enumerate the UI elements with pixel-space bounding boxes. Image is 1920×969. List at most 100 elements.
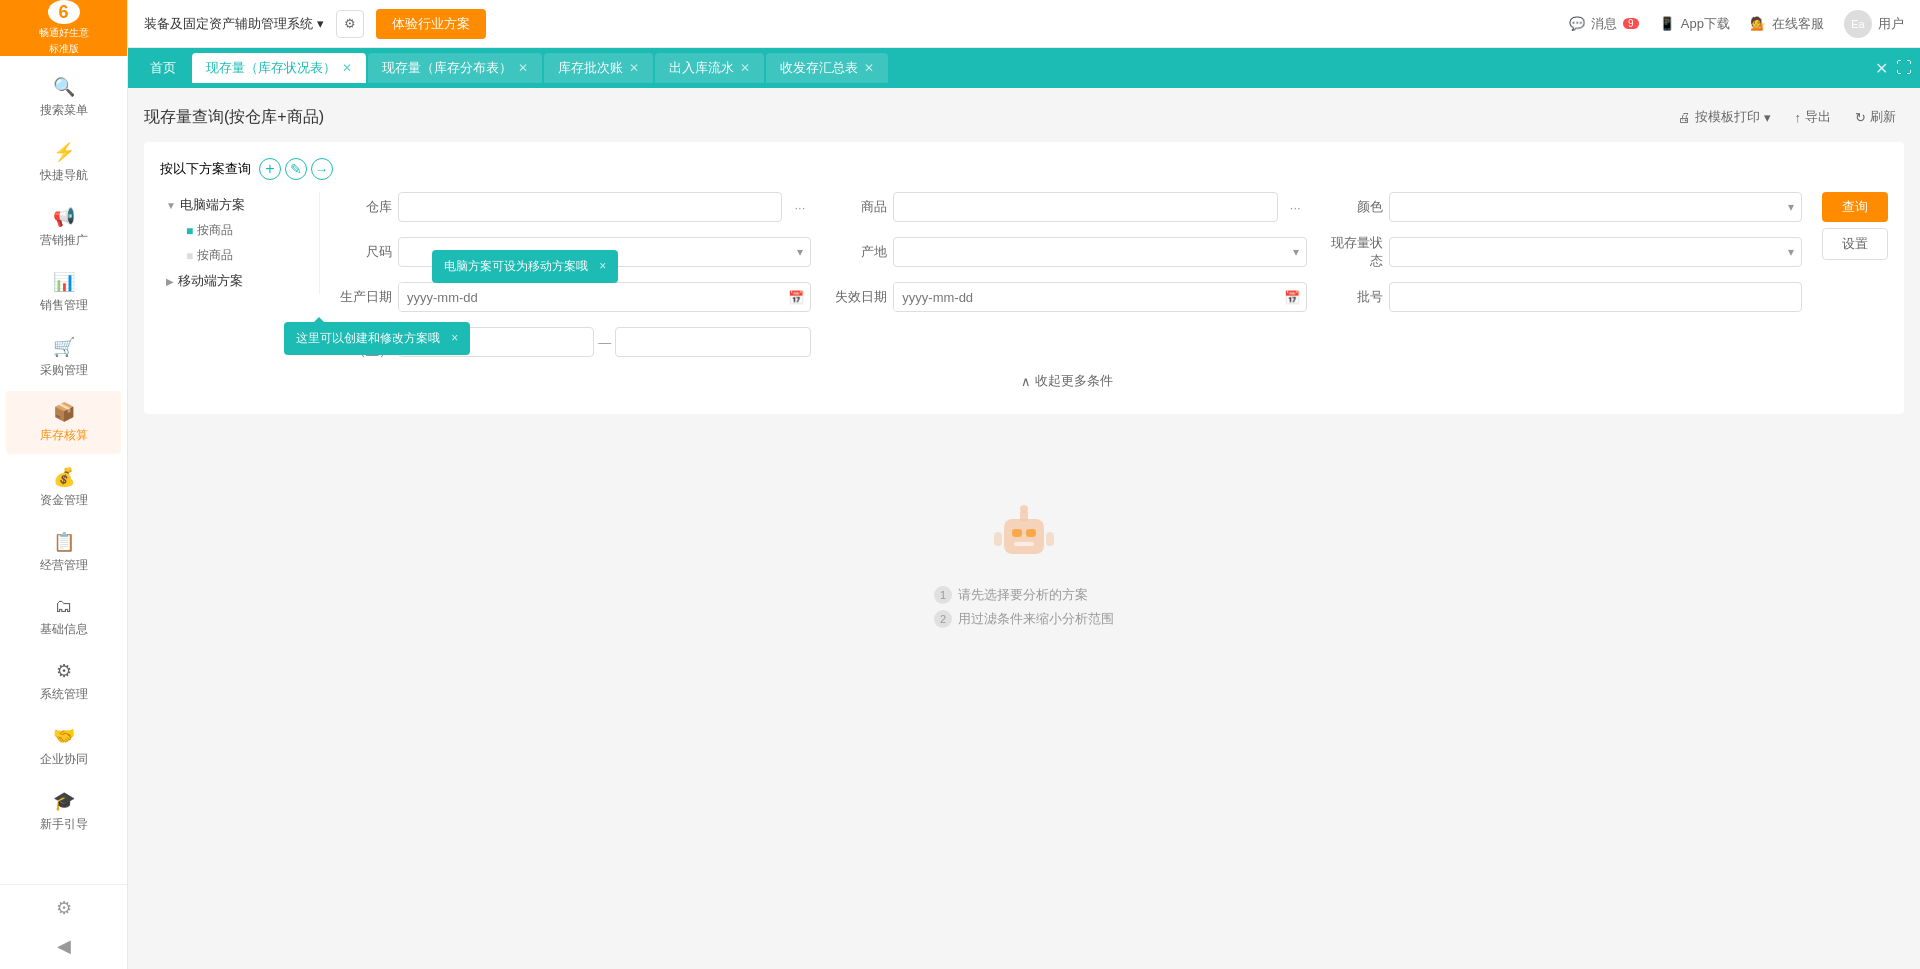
sidebar-item-operation[interactable]: 📋 经营管理	[6, 521, 121, 584]
search-nav-icon: 🔍	[53, 76, 75, 98]
tab-inventory-status-close[interactable]: ✕	[342, 61, 352, 75]
sidebar-item-baseinfo[interactable]: 🗂 基础信息	[6, 586, 121, 648]
size-label: 尺码	[332, 243, 392, 261]
message-action[interactable]: 💬 消息 9	[1569, 15, 1639, 33]
tip-text-1: 请先选择要分析的方案	[958, 586, 1088, 604]
tab-summary[interactable]: 收发存汇总表 ✕	[766, 53, 888, 83]
tab-inout-flow-close[interactable]: ✕	[740, 61, 750, 75]
add-scheme-btn[interactable]: +	[259, 158, 281, 180]
sidebar-item-finance[interactable]: 💰 资金管理	[6, 456, 121, 519]
collapse-conditions-btn[interactable]: ∧ 收起更多条件	[332, 364, 1802, 398]
app-download-action[interactable]: 📱 App下载	[1659, 15, 1730, 33]
warehouse-input[interactable]	[398, 192, 782, 222]
scheme-sub-1[interactable]: ■ 按商品	[180, 218, 307, 243]
prod-date-input[interactable]	[399, 283, 782, 311]
tab-inventory-status[interactable]: 现存量（库存状况表） ✕	[192, 53, 366, 83]
back-btn[interactable]: ←	[311, 158, 333, 180]
prod-date-input-wrapper: 📅	[398, 282, 811, 312]
tab-inout-flow[interactable]: 出入库流水 ✕	[655, 53, 764, 83]
trial-button[interactable]: 体验行业方案	[376, 9, 486, 39]
edit-scheme-btn[interactable]: ✎	[285, 158, 307, 180]
scheme-arrow-mobile: ▶	[166, 276, 174, 287]
prod-date-calendar-icon[interactable]: 📅	[782, 290, 810, 305]
print-label: 按模板打印	[1695, 108, 1760, 126]
batch-label: 批号	[1323, 288, 1383, 306]
tab-summary-label: 收发存汇总表	[780, 59, 858, 77]
tab-summary-close[interactable]: ✕	[864, 61, 874, 75]
tab-inventory-dist-close[interactable]: ✕	[518, 61, 528, 75]
purchase-icon: 🛒	[53, 336, 75, 358]
system-selector[interactable]: 装备及固定资产辅助管理系统 ▾	[144, 15, 324, 33]
operation-icon: 📋	[53, 531, 75, 553]
refresh-label: 刷新	[1870, 108, 1896, 126]
sidebar-menu: 🔍 搜索菜单 ⚡ 快捷导航 📢 营销推广 📊 销售管理 🛒 采购管理 📦 库存核…	[0, 56, 127, 884]
tab-batch-ledger-close[interactable]: ✕	[629, 61, 639, 75]
stock-status-select[interactable]	[1389, 237, 1802, 267]
scheme-node-mobile-label: 移动端方案	[178, 272, 243, 290]
sidebar-item-enterprise[interactable]: 🤝 企业协同	[6, 715, 121, 778]
tab-home[interactable]: 首页	[136, 53, 190, 83]
export-btn[interactable]: ↑ 导出	[1787, 104, 1840, 130]
reset-button[interactable]: 设置	[1822, 228, 1888, 260]
scheme-node-pc[interactable]: ▼ 电脑端方案	[160, 192, 307, 218]
scheme-sub-1-label: 按商品	[197, 222, 233, 239]
header-left: 装备及固定资产辅助管理系统 ▾ ⚙ 体验行业方案	[144, 9, 486, 39]
sidebar-item-inventory[interactable]: 📦 库存核算	[6, 391, 121, 454]
refresh-icon: ↻	[1855, 110, 1866, 125]
scheme-node-pc-label: 电脑端方案	[180, 196, 245, 214]
filter-label: 按以下方案查询	[160, 160, 251, 178]
logo-icon: 6	[48, 0, 80, 24]
scheme-arrow-pc: ▼	[166, 200, 176, 211]
quicknav-icon: ⚡	[53, 141, 75, 163]
filter-row: ▼ 电脑端方案 ■ 按商品 ■ 按商品 ▶	[160, 192, 1888, 398]
tooltip-scheme-close[interactable]: ×	[599, 259, 606, 273]
scheme-sub-2[interactable]: ■ 按商品	[180, 243, 307, 268]
content-area: 现存量查询(按仓库+商品) 🖨 按模板打印 ▾ ↑ 导出 ↻ 刷新	[128, 88, 1920, 969]
expire-date-input[interactable]	[894, 283, 1277, 311]
export-label: 导出	[1805, 108, 1831, 126]
tip-text-2: 用过滤条件来缩小分析范围	[958, 610, 1114, 628]
tooltip-create-close[interactable]: ×	[451, 331, 458, 345]
origin-select[interactable]	[893, 237, 1306, 267]
refresh-btn[interactable]: ↻ 刷新	[1847, 104, 1904, 130]
goods-ellipsis[interactable]: ···	[1284, 200, 1307, 215]
warehouse-ellipsis[interactable]: ···	[788, 200, 811, 215]
online-service-action[interactable]: 💁 在线客服	[1750, 15, 1824, 33]
user-action[interactable]: Ea 用户	[1844, 10, 1904, 38]
gear-button[interactable]: ⚙	[336, 10, 364, 38]
sidebar-footer: ⚙ ◀	[0, 884, 127, 969]
tooltip-scheme-text: 电脑方案可设为移动方案哦	[444, 259, 588, 273]
message-badge: 9	[1623, 18, 1639, 29]
collapse-sidebar-btn[interactable]: ◀	[57, 935, 71, 957]
svg-rect-2	[1026, 529, 1036, 537]
tip-num-2: 2	[934, 610, 952, 628]
scheme-sub-2-label: 按商品	[197, 247, 233, 264]
print-template-btn[interactable]: 🖨 按模板打印 ▾	[1670, 104, 1779, 130]
sidebar-item-search[interactable]: 🔍 搜索菜单	[6, 66, 121, 129]
sidebar-item-quicknav[interactable]: ⚡ 快捷导航	[6, 131, 121, 194]
goods-input[interactable]	[893, 192, 1277, 222]
scheme-sub-items: ■ 按商品 ■ 按商品	[160, 218, 307, 268]
sidebar-item-sales[interactable]: 📊 销售管理	[6, 261, 121, 324]
color-label: 颜色	[1323, 198, 1383, 216]
batch-input[interactable]	[1389, 282, 1802, 312]
tab-inventory-dist[interactable]: 现存量（库存分布表） ✕	[368, 53, 542, 83]
field-prod-date: 生产日期 📅	[332, 282, 811, 312]
expire-date-calendar-icon[interactable]: 📅	[1278, 290, 1306, 305]
sidebar-item-quicknav-label: 快捷导航	[40, 167, 88, 184]
sidebar-item-system[interactable]: ⚙ 系统管理	[6, 650, 121, 713]
tab-inventory-dist-label: 现存量（库存分布表）	[382, 59, 512, 77]
settings-footer-btn[interactable]: ⚙	[56, 897, 72, 919]
tab-close-all-icon[interactable]: ✕	[1875, 59, 1888, 78]
sidebar-item-purchase[interactable]: 🛒 采购管理	[6, 326, 121, 389]
scheme-tree: ▼ 电脑端方案 ■ 按商品 ■ 按商品 ▶	[160, 192, 320, 294]
scheme-node-mobile[interactable]: ▶ 移动端方案	[160, 268, 307, 294]
sidebar-item-guide[interactable]: 🎓 新手引导	[6, 780, 121, 843]
filter-fields: 仓库 ··· 商品 ··· 颜色	[332, 192, 1802, 398]
tab-fullscreen-icon[interactable]: ⛶	[1896, 59, 1912, 77]
color-select[interactable]	[1389, 192, 1802, 222]
sidebar-item-marketing[interactable]: 📢 营销推广	[6, 196, 121, 259]
stock-main-to[interactable]	[615, 327, 811, 357]
query-button[interactable]: 查询	[1822, 192, 1888, 222]
tab-batch-ledger[interactable]: 库存批次账 ✕	[544, 53, 653, 83]
